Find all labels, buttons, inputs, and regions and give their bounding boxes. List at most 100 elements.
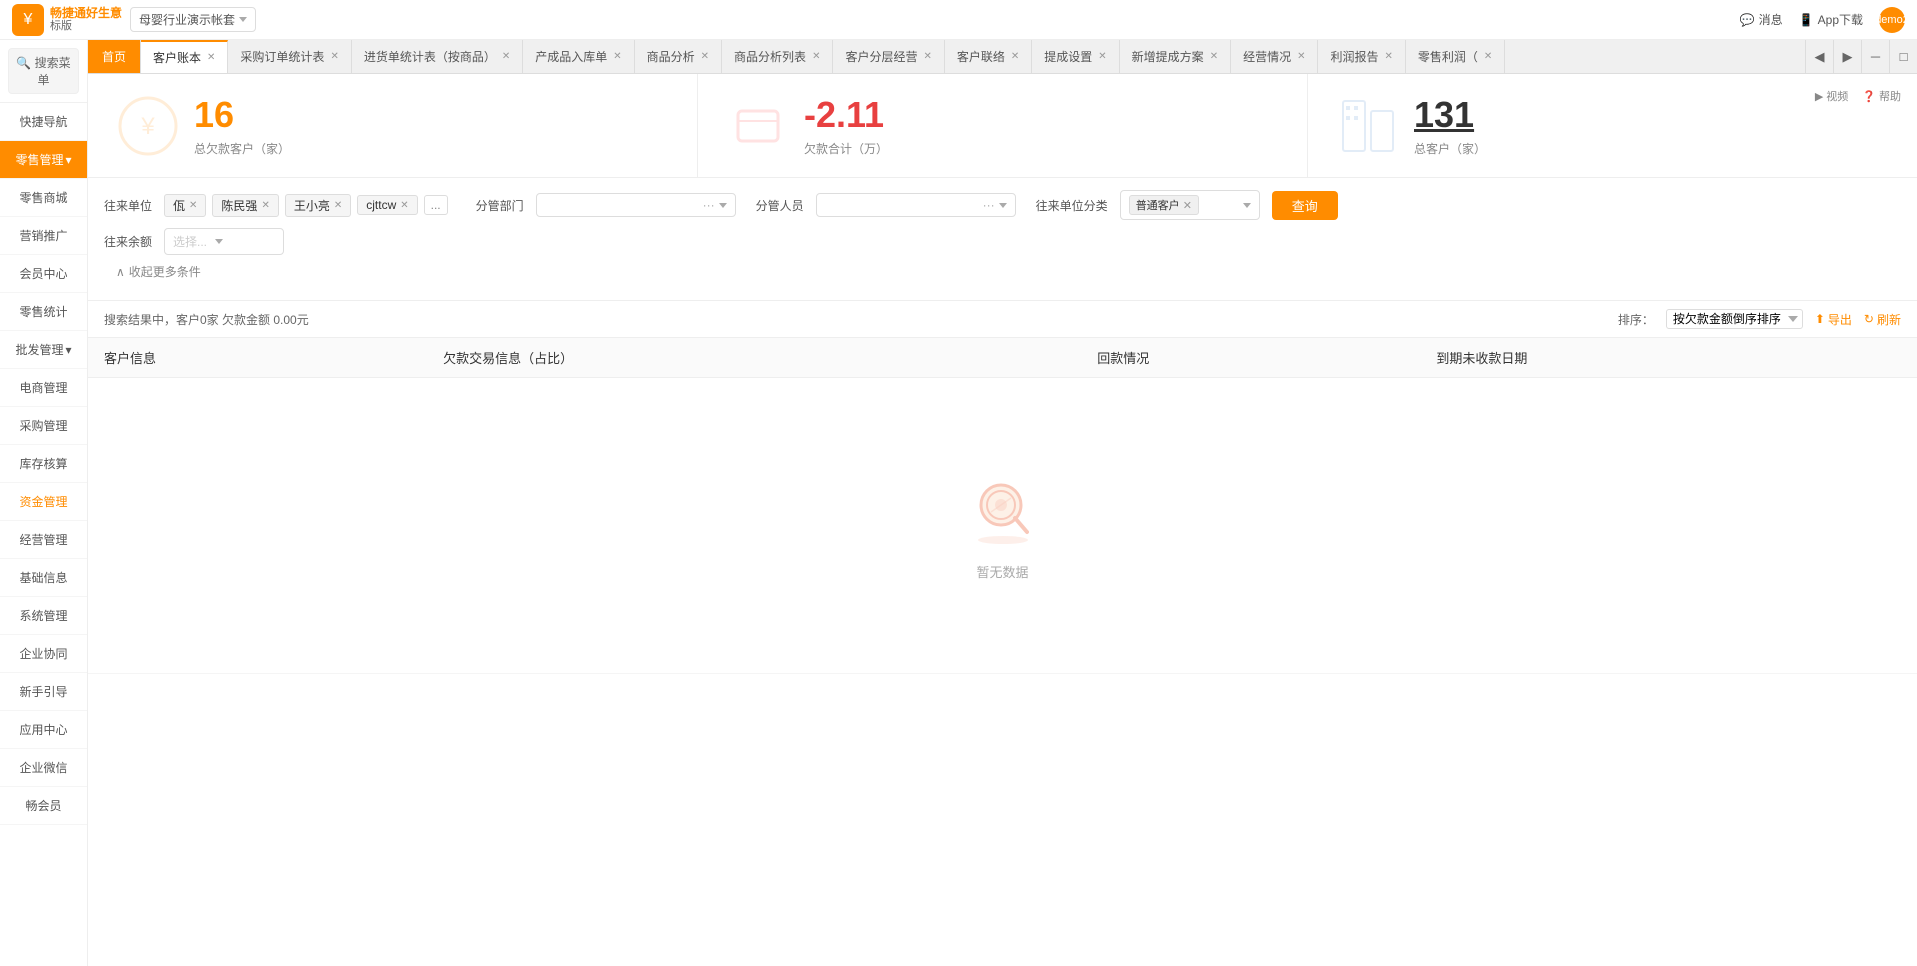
tab-retail-profit-close[interactable]: ✕ (1484, 51, 1492, 62)
tab-new-promotion-plan-close[interactable]: ✕ (1210, 51, 1218, 62)
tab-product-inbound[interactable]: 产成品入库单 ✕ (523, 40, 634, 74)
tab-product-inbound-close[interactable]: ✕ (613, 51, 621, 62)
tab-operations-status-close[interactable]: ✕ (1297, 51, 1305, 62)
help-icon: ❓ (1862, 90, 1876, 103)
category-tag-label: 普通客户 (1136, 197, 1180, 213)
purchase-mgmt-label: 采购管理 (19, 419, 67, 433)
sidebar-item-purchase-mgmt[interactable]: 采购管理 (0, 407, 87, 445)
tab-product-analysis-list-close[interactable]: ✕ (812, 51, 820, 62)
sidebar-item-app-center[interactable]: 应用中心 (0, 711, 87, 749)
sidebar-item-new-guide[interactable]: 新手引导 (0, 673, 87, 711)
page-content: ¥ 16 总欠款客户（家） -2.11 欠款合计（万） (88, 74, 1917, 966)
app-download-button[interactable]: 📱 App下载 (1799, 11, 1863, 28)
help-button[interactable]: ❓ 帮助 (1862, 88, 1901, 104)
tab-product-analysis-list[interactable]: 商品分析列表 ✕ (722, 40, 833, 74)
tab-profit-report[interactable]: 利润报告 ✕ (1318, 40, 1405, 74)
category-input[interactable]: 普通客户 ✕ (1120, 190, 1260, 220)
results-area: 搜索结果中，客户0家 欠款金额 0.00元 排序： 按欠款金额倒序排序 ⬆ 导出… (88, 301, 1917, 338)
avatar[interactable]: demo2 (1879, 7, 1905, 33)
tab-purchase-stats-by-product[interactable]: 进货单统计表（按商品） ✕ (352, 40, 523, 74)
filter-tag-more[interactable]: ... (424, 195, 448, 215)
sidebar-item-enterprise-wechat[interactable]: 企业微信 (0, 749, 87, 787)
tab-purchase-stats-close[interactable]: ✕ (502, 51, 510, 62)
tab-minimize-button[interactable]: ─ (1861, 40, 1889, 74)
category-filter-label: 往来单位分类 (1036, 197, 1108, 214)
chevron-icon-wholesale: ▾ (65, 343, 71, 357)
collapse-label: 收起更多条件 (129, 263, 201, 280)
balance-input[interactable]: 选择... (164, 228, 284, 255)
tab-operations-status[interactable]: 经营情况 ✕ (1231, 40, 1318, 74)
sort-select[interactable]: 按欠款金额倒序排序 (1666, 309, 1803, 329)
search-icon: 🔍 (16, 56, 31, 70)
sidebar-item-retail-mgmt[interactable]: 零售管理 ▾ (0, 141, 87, 179)
tab-maximize-button[interactable]: □ (1889, 40, 1917, 74)
tab-customer-tier-ops-close[interactable]: ✕ (923, 51, 931, 62)
tag-4-label: cjttcw (366, 198, 396, 212)
tab-customer-contact[interactable]: 客户联络 ✕ (945, 40, 1032, 74)
query-button[interactable]: 查询 (1272, 191, 1338, 220)
message-button[interactable]: 💬 消息 (1740, 11, 1783, 28)
tab-product-analysis-close[interactable]: ✕ (701, 51, 709, 62)
top-bar: ¥ 畅捷通好生意 标版 母婴行业演示帐套 💬 消息 📱 App下载 demo2 (0, 0, 1917, 40)
tab-profit-report-close[interactable]: ✕ (1385, 51, 1393, 62)
tab-customer-tier-ops[interactable]: 客户分层经营 ✕ (833, 40, 944, 74)
stat-icon-1: ¥ (118, 96, 178, 156)
sidebar-item-retail-stats[interactable]: 零售统计 (0, 293, 87, 331)
sidebar-item-marketing[interactable]: 营销推广 (0, 217, 87, 255)
sidebar-item-member-plus[interactable]: 畅会员 (0, 787, 87, 825)
operations-mgmt-label: 经营管理 (19, 533, 67, 547)
person-chevron-icon (999, 203, 1007, 208)
logo-area: ¥ 畅捷通好生意 标版 (12, 4, 122, 36)
sidebar-item-finance-mgmt[interactable]: 资金管理 (0, 483, 87, 521)
download-icon: 📱 (1799, 13, 1814, 27)
stat-card-total-debt-customers: ¥ 16 总欠款客户（家） (88, 74, 698, 177)
results-summary: 搜索结果中，客户0家 欠款金额 0.00元 (104, 311, 309, 328)
tag-3-close[interactable]: ✕ (334, 200, 342, 211)
sidebar-item-ecommerce-mgmt[interactable]: 电商管理 (0, 369, 87, 407)
tab-next-button[interactable]: ▶ (1833, 40, 1861, 74)
sidebar-item-quick-nav[interactable]: 快捷导航 (0, 103, 87, 141)
org-selector[interactable]: 母婴行业演示帐套 (130, 7, 256, 32)
sidebar-item-retail-mall[interactable]: 零售商城 (0, 179, 87, 217)
tag-2-close[interactable]: ✕ (261, 200, 269, 211)
tab-purchase-order-stats-close[interactable]: ✕ (330, 51, 338, 62)
tab-operations-status-label: 经营情况 (1243, 48, 1291, 65)
tab-home-label: 首页 (102, 48, 126, 65)
tag-4-close[interactable]: ✕ (400, 200, 408, 211)
tab-customer-book-close[interactable]: ✕ (207, 52, 215, 63)
sidebar-item-wholesale-mgmt[interactable]: 批发管理 ▾ (0, 331, 87, 369)
balance-filter-label: 往来余额 (104, 233, 152, 250)
content-area: 首页 客户账本 ✕ 采购订单统计表 ✕ 进货单统计表（按商品） ✕ 产成品入库单… (88, 40, 1917, 966)
retail-stats-label: 零售统计 (19, 305, 67, 319)
sidebar-item-member-center[interactable]: 会员中心 (0, 255, 87, 293)
tab-retail-profit[interactable]: 零售利润（ ✕ (1406, 40, 1505, 74)
tab-purchase-order-stats[interactable]: 采购订单统计表 ✕ (228, 40, 351, 74)
org-name: 母婴行业演示帐套 (139, 11, 235, 28)
tab-promotion-settings-close[interactable]: ✕ (1098, 51, 1106, 62)
tab-promotion-settings[interactable]: 提成设置 ✕ (1032, 40, 1119, 74)
refresh-button[interactable]: ↻ 刷新 (1864, 311, 1901, 328)
sidebar-item-enterprise-collab[interactable]: 企业协同 (0, 635, 87, 673)
sidebar-item-system-mgmt[interactable]: 系统管理 (0, 597, 87, 635)
tab-retail-profit-label: 零售利润（ (1418, 48, 1478, 65)
dept-input[interactable]: ··· (536, 193, 736, 217)
sidebar-item-inventory-check[interactable]: 库存核算 (0, 445, 87, 483)
category-tag-close[interactable]: ✕ (1183, 199, 1192, 212)
sidebar-item-operations-mgmt[interactable]: 经营管理 (0, 521, 87, 559)
tab-product-analysis-label: 商品分析 (647, 48, 695, 65)
tab-home[interactable]: 首页 (88, 40, 141, 74)
tab-new-promotion-plan[interactable]: 新增提成方案 ✕ (1120, 40, 1231, 74)
tab-customer-contact-close[interactable]: ✕ (1011, 51, 1019, 62)
tab-product-analysis[interactable]: 商品分析 ✕ (635, 40, 722, 74)
search-menu-button[interactable]: 🔍 搜索菜单 (8, 48, 79, 94)
video-button[interactable]: ▶ 视频 (1815, 88, 1848, 104)
top-bar-left: ¥ 畅捷通好生意 标版 母婴行业演示帐套 (12, 4, 256, 36)
tab-customer-book[interactable]: 客户账本 ✕ (141, 40, 228, 74)
person-input[interactable]: ··· (816, 193, 1016, 217)
export-button[interactable]: ⬆ 导出 (1815, 311, 1852, 328)
sidebar-item-basic-info[interactable]: 基础信息 (0, 559, 87, 597)
tab-prev-button[interactable]: ◀ (1805, 40, 1833, 74)
tag-1-close[interactable]: ✕ (189, 200, 197, 211)
collapse-button[interactable]: ∧ 收起更多条件 (104, 259, 1901, 284)
stat-value-block-1: 16 总欠款客户（家） (194, 94, 290, 157)
